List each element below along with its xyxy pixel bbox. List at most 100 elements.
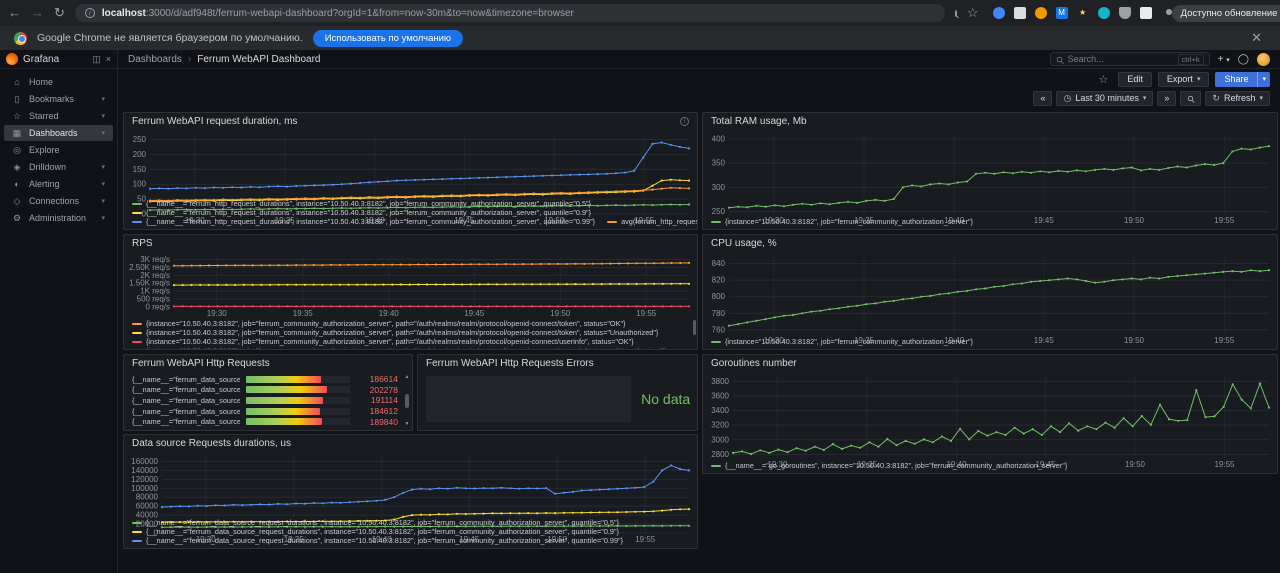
banner-close-icon[interactable]: ✕ <box>1251 30 1266 46</box>
sidebar-item-administration[interactable]: ⚙Administration▾ <box>4 210 113 226</box>
timeseries-chart[interactable]: 19:3019:3519:4019:4519:5019:550 req/s500… <box>124 252 697 318</box>
bar-gauge-scrollbar[interactable]: ▲▼ <box>404 375 410 427</box>
close-sidebar-icon[interactable]: × <box>106 54 111 64</box>
bar-track <box>246 376 350 383</box>
info-icon[interactable]: i <box>680 117 689 126</box>
series-swatch <box>132 221 142 223</box>
chrome-update-chip[interactable]: Доступно обновление Chrome <box>1172 5 1280 22</box>
panel-title[interactable]: CPU usage, % <box>711 238 777 249</box>
dashboard-canvas: Ferrum WebAPI request duration, ms i 19:3… <box>119 107 1280 573</box>
legend-item[interactable]: {__name__="ferrum_http_request_durations… <box>132 208 591 217</box>
timeseries-chart[interactable]: 19:3019:3519:4019:4519:5019:550200004000… <box>124 452 697 517</box>
legend-item[interactable]: {__name__="ferrum_http_request_durations… <box>132 199 591 208</box>
user-avatar[interactable] <box>1257 53 1270 66</box>
time-shift-back-button[interactable]: « <box>1033 91 1052 106</box>
panel-title[interactable]: Ferrum WebAPI Http Requests Errors <box>426 358 594 369</box>
svg-text:1.50K req/s: 1.50K req/s <box>129 279 170 288</box>
sidebar-item-home[interactable]: ⌂Home <box>4 74 113 90</box>
extension-shield-icon[interactable] <box>1119 7 1131 19</box>
bar-track <box>246 397 350 404</box>
panel-title[interactable]: Total RAM usage, Mb <box>711 116 807 127</box>
sidebar-item-starred[interactable]: ☆Starred▾ <box>4 108 113 124</box>
use-default-button[interactable]: Использовать по умолчанию <box>313 30 463 47</box>
extension-star-icon[interactable]: ★ <box>1077 7 1089 19</box>
extension-clock-icon[interactable] <box>1035 7 1047 19</box>
extension-icon[interactable] <box>1098 7 1110 19</box>
panel-title[interactable]: Goroutines number <box>711 358 797 369</box>
timeseries-chart[interactable]: 19:3019:3519:4019:4519:5019:552503003504… <box>703 130 1277 216</box>
reload-icon[interactable]: ↻ <box>54 0 65 26</box>
svg-text:3K req/s: 3K req/s <box>140 255 170 264</box>
chart-canvas: 19:3019:3519:4019:4519:5019:557607808008… <box>703 252 1277 345</box>
series-label: {__name__="ferrum_data_source_request_du… <box>146 518 619 527</box>
bar-row-label: {__name__="ferrum_data_source_requests_t… <box>132 375 240 384</box>
address-bar[interactable]: i localhost:3000/d/adf948t/ferrum-webapi… <box>75 4 945 22</box>
svg-text:19:55: 19:55 <box>636 309 657 318</box>
legend-item[interactable]: {instance="10.50.40.3:8182", job="ferrum… <box>132 319 626 328</box>
sidebar-item-alerting[interactable]: ◐Alerting▾ <box>4 176 113 192</box>
panel-title[interactable]: Ferrum WebAPI Http Requests <box>132 358 270 369</box>
search-input[interactable]: Search... ctrl+k <box>1050 52 1210 66</box>
forward-icon[interactable]: → <box>31 0 44 26</box>
legend-item[interactable]: {__name__="go_goroutines", instance="10.… <box>711 461 1067 470</box>
breadcrumb-dashboards[interactable]: Dashboards <box>128 54 182 65</box>
bar-gauge-row[interactable]: {__name__="ferrum_data_source_requests_t… <box>132 407 398 416</box>
edit-button[interactable]: Edit <box>1118 72 1152 87</box>
legend-item[interactable]: {instance="10.50.40.3:8182", job="ferrum… <box>711 217 973 226</box>
series-label: {__name__="go_goroutines", instance="10.… <box>725 461 1067 470</box>
panel-title[interactable]: Ferrum WebAPI request duration, ms <box>132 116 297 127</box>
time-shift-forward-button[interactable]: » <box>1157 91 1176 106</box>
bar-gauge-row[interactable]: {__name__="ferrum_data_source_requests_t… <box>132 375 398 384</box>
back-icon[interactable]: ← <box>8 0 21 26</box>
bar-fill <box>246 397 323 404</box>
extension-icon[interactable] <box>1014 7 1026 19</box>
time-range-picker[interactable]: ◷Last 30 minutes▾ <box>1056 91 1153 106</box>
sidebar-item-dashboards[interactable]: ▦Dashboards▾ <box>4 125 113 141</box>
zoom-out-button[interactable] <box>1180 91 1201 106</box>
svg-text:2.50K req/s: 2.50K req/s <box>129 263 170 272</box>
export-button[interactable]: Export▾ <box>1158 72 1210 87</box>
timeseries-chart[interactable]: 19:3019:3519:4019:4519:5019:550501001502… <box>124 130 697 198</box>
search-icon[interactable] <box>955 10 957 17</box>
sidebar-item-bookmarks[interactable]: ▯Bookmarks▾ <box>4 91 113 107</box>
share-button[interactable]: Share ▾ <box>1215 72 1270 87</box>
legend-item[interactable]: {instance="10.50.40.3:8182", job="ferrum… <box>132 337 634 346</box>
compass-icon: ◎ <box>12 145 22 156</box>
legend-item[interactable]: {instance="10.50.40.3:8182", job="ferrum… <box>132 346 666 349</box>
legend-item[interactable]: {__name__="ferrum_http_request_durations… <box>132 217 595 226</box>
legend-item[interactable]: {instance="10.50.40.3:8182", job="ferrum… <box>132 328 658 337</box>
series-swatch <box>711 221 721 223</box>
extension-m-icon[interactable]: M <box>1056 7 1068 19</box>
legend-item[interactable]: {__name__="ferrum_data_source_request_du… <box>132 536 623 545</box>
share-caret-icon[interactable]: ▾ <box>1257 72 1270 87</box>
timeseries-chart[interactable]: 19:3019:3519:4019:4519:5019:552800300032… <box>703 372 1277 460</box>
extensions-puzzle-icon[interactable] <box>1140 7 1152 19</box>
timeseries-chart[interactable]: 19:3019:3519:4019:4519:5019:557607808008… <box>703 252 1277 336</box>
panel-title[interactable]: Data source Requests durations, us <box>132 438 291 449</box>
add-new-button[interactable]: + ▾ <box>1218 54 1230 65</box>
legend-item[interactable]: {__name__="ferrum_data_source_request_du… <box>132 527 619 536</box>
legend-item[interactable]: {instance="10.50.40.3:8182", job="ferrum… <box>711 337 973 346</box>
bar-gauge-row[interactable]: {__name__="ferrum_data_source_requests_t… <box>132 396 398 405</box>
grafana-logo-icon[interactable] <box>6 53 18 65</box>
extension-icon[interactable] <box>993 7 1005 19</box>
sidebar-item-drilldown[interactable]: ◈Drilldown▾ <box>4 159 113 175</box>
refresh-button[interactable]: ↻Refresh▾ <box>1205 91 1270 106</box>
chevron-down-icon: ▾ <box>101 197 105 205</box>
site-info-icon[interactable]: i <box>85 8 95 18</box>
svg-text:200: 200 <box>133 150 147 159</box>
bar-gauge-row[interactable]: {__name__="ferrum_data_source_requests_t… <box>132 417 398 426</box>
favorite-star-icon[interactable]: ☆ <box>1099 73 1109 86</box>
help-icon[interactable]: ◯ <box>1238 54 1249 65</box>
dock-sidebar-icon[interactable]: ◫ <box>92 54 101 65</box>
panel-title[interactable]: RPS <box>132 238 153 249</box>
bar-gauge-row[interactable]: {__name__="ferrum_data_source_requests_t… <box>132 385 398 394</box>
legend-item[interactable]: {__name__="ferrum_data_source_request_du… <box>132 518 619 527</box>
time-range-label: Last 30 minutes <box>1075 93 1139 103</box>
sidebar-item-connections[interactable]: ◇Connections▾ <box>4 193 113 209</box>
legend-item[interactable]: avg(ferrum_http_request_durations) <box>607 217 697 226</box>
sidebar-item-explore[interactable]: ◎Explore <box>4 142 113 158</box>
svg-text:3600: 3600 <box>711 391 729 400</box>
bookmark-star-icon[interactable]: ☆ <box>967 0 979 26</box>
legend-scrollbar[interactable] <box>692 320 696 347</box>
